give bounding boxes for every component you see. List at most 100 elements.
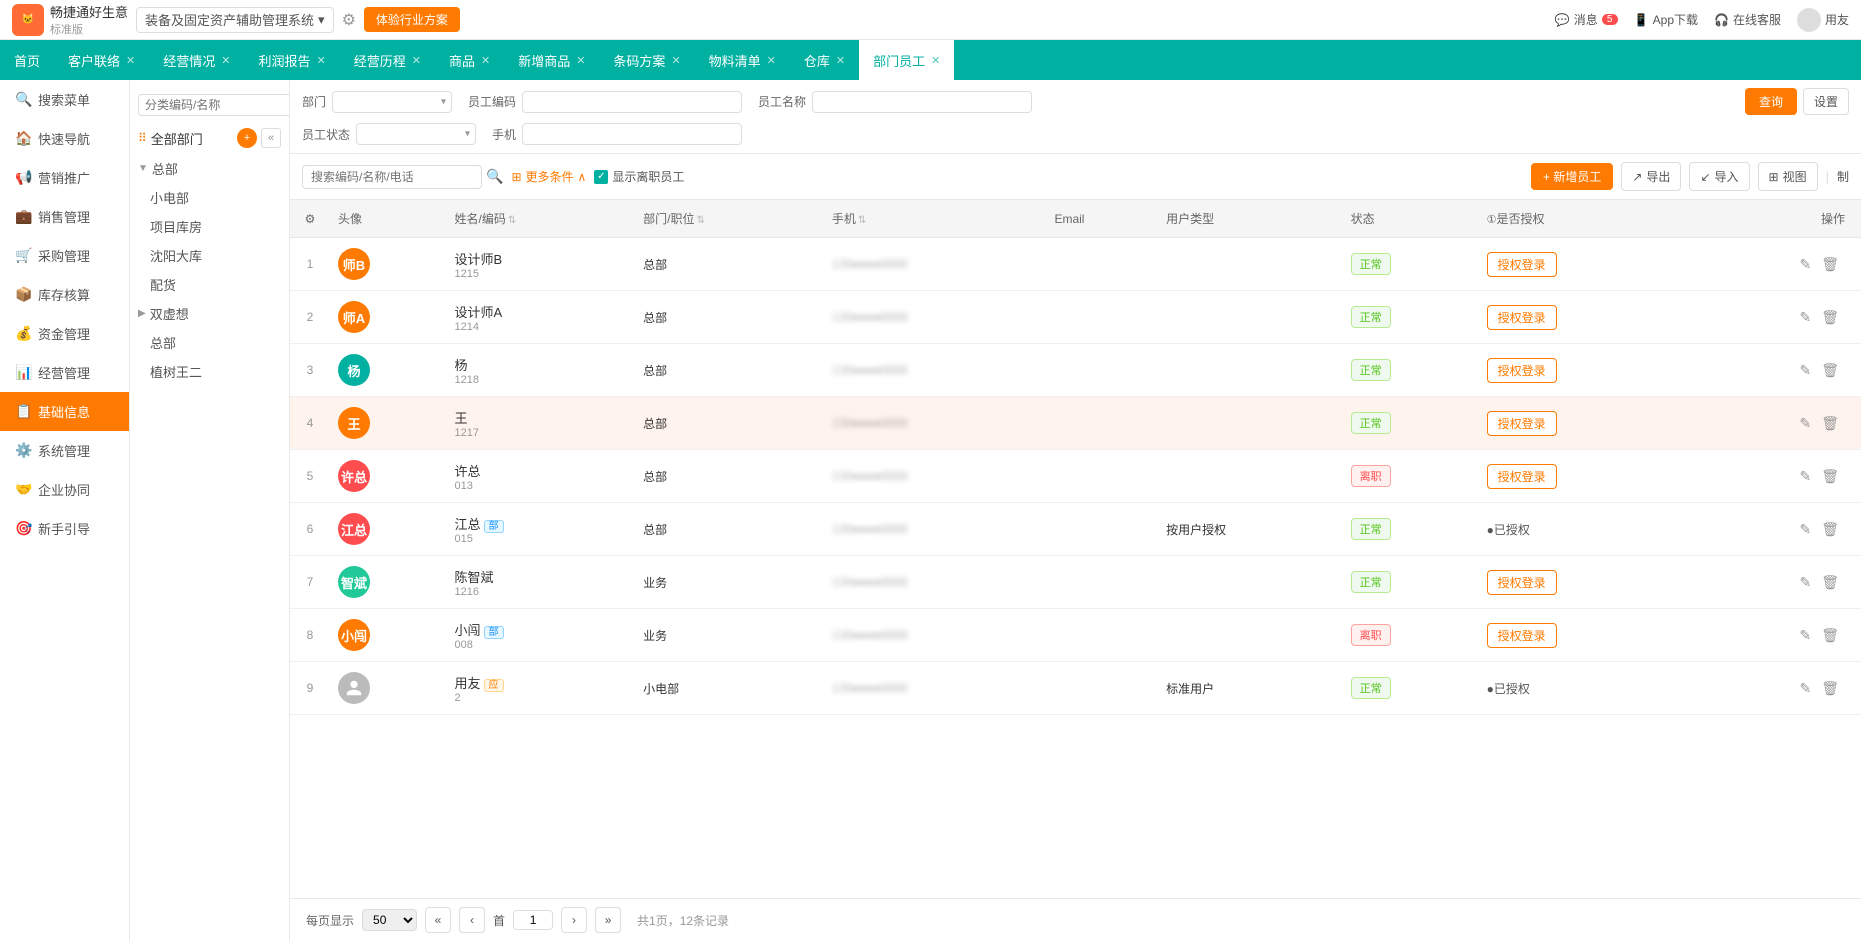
- add-employee-button[interactable]: + 新增员工: [1531, 163, 1613, 190]
- dept-select[interactable]: [332, 91, 452, 113]
- message-button[interactable]: 💬 消息 5: [1555, 11, 1618, 28]
- sort-dept-icon[interactable]: ⇅: [697, 215, 705, 226]
- staff-search-input[interactable]: [302, 165, 482, 189]
- export-button[interactable]: ↗ 导出: [1621, 162, 1681, 191]
- col-dept-position[interactable]: 部门/职位⇅: [635, 200, 824, 238]
- grant-auth-button[interactable]: 授权登录: [1487, 464, 1557, 489]
- empname-input[interactable]: [812, 91, 1032, 113]
- user-menu-button[interactable]: 用友: [1797, 8, 1849, 32]
- online-service-button[interactable]: 🎧 在线客服: [1714, 11, 1781, 28]
- edit-button[interactable]: ✎: [1797, 360, 1813, 381]
- dept-search-input[interactable]: [138, 94, 290, 116]
- nav-item-profit[interactable]: 利润报告✕: [244, 40, 339, 80]
- edit-button[interactable]: ✎: [1797, 625, 1813, 646]
- sidebar-item-quicknav[interactable]: 🏠 快速导航: [0, 119, 129, 158]
- sort-name-icon[interactable]: ⇅: [508, 215, 516, 226]
- grant-auth-button[interactable]: 授权登录: [1487, 411, 1557, 436]
- edit-button[interactable]: ✎: [1797, 519, 1813, 540]
- delete-button[interactable]: 🗑: [1819, 413, 1841, 434]
- settings-icon[interactable]: ⚙: [342, 10, 356, 30]
- sidebar-item-management[interactable]: 📊 经营管理: [0, 353, 129, 392]
- nav-close-add-goods[interactable]: ✕: [576, 54, 585, 67]
- edit-button[interactable]: ✎: [1797, 254, 1813, 275]
- sidebar-item-newguide[interactable]: 🎯 新手引导: [0, 509, 129, 548]
- sidebar-item-marketing[interactable]: 📢 营销推广: [0, 158, 129, 197]
- tree-node-shenyang[interactable]: 沈阳大库: [130, 241, 289, 270]
- sidebar-item-sales[interactable]: 💼 销售管理: [0, 197, 129, 236]
- query-button[interactable]: 查询: [1745, 88, 1797, 115]
- empcode-input[interactable]: [522, 91, 742, 113]
- delete-button[interactable]: 🗑: [1819, 625, 1841, 646]
- first-page-button[interactable]: «: [425, 907, 451, 933]
- delete-button[interactable]: 🗑: [1819, 360, 1841, 381]
- tree-node-zongbu[interactable]: 总部: [130, 328, 289, 357]
- nav-item-history[interactable]: 经营历程✕: [340, 40, 435, 80]
- grant-auth-button[interactable]: 授权登录: [1487, 305, 1557, 330]
- nav-item-warehouse[interactable]: 仓库✕: [790, 40, 859, 80]
- delete-button[interactable]: 🗑: [1819, 572, 1841, 593]
- show-resigned-toggle[interactable]: ✓ 显示离职员工: [594, 168, 684, 185]
- import-button[interactable]: ↙ 导入: [1689, 162, 1749, 191]
- reset-button[interactable]: 设置: [1803, 88, 1849, 115]
- nav-item-barcode[interactable]: 条码方案✕: [599, 40, 694, 80]
- delete-button[interactable]: 🗑: [1819, 519, 1841, 540]
- empstatus-select[interactable]: [356, 123, 476, 145]
- col-phone[interactable]: 手机⇅: [824, 200, 1047, 238]
- nav-item-dept-staff[interactable]: 部门员工✕: [859, 40, 954, 80]
- app-download-button[interactable]: 📱 App下载: [1634, 11, 1698, 28]
- sidebar-item-purchase[interactable]: 🛒 采购管理: [0, 236, 129, 275]
- nav-close-dept-staff[interactable]: ✕: [931, 54, 940, 67]
- page-size-select[interactable]: 50 100: [362, 909, 417, 931]
- prev-page-button[interactable]: ‹: [459, 907, 485, 933]
- delete-button[interactable]: 🗑: [1819, 254, 1841, 275]
- delete-button[interactable]: 🗑: [1819, 307, 1841, 328]
- sidebar-item-collab[interactable]: 🤝 企业协同: [0, 470, 129, 509]
- tree-node-xiaodian[interactable]: 小电部: [130, 183, 289, 212]
- print-label[interactable]: 制: [1837, 168, 1849, 185]
- sidebar-item-system[interactable]: ⚙️ 系统管理: [0, 431, 129, 470]
- delete-button[interactable]: 🗑: [1819, 678, 1841, 699]
- tree-node-peihuo[interactable]: 配货: [130, 270, 289, 299]
- phone-input[interactable]: [522, 123, 742, 145]
- system-name[interactable]: 装备及固定资产辅助管理系统 ▾: [136, 7, 334, 33]
- edit-button[interactable]: ✎: [1797, 413, 1813, 434]
- tree-node-project[interactable]: 项目库房: [130, 212, 289, 241]
- trial-button[interactable]: 体验行业方案: [364, 7, 460, 32]
- nav-item-goods[interactable]: 商品✕: [435, 40, 504, 80]
- edit-button[interactable]: ✎: [1797, 307, 1813, 328]
- grant-auth-button[interactable]: 授权登录: [1487, 570, 1557, 595]
- grant-auth-button[interactable]: 授权登录: [1487, 623, 1557, 648]
- nav-item-material[interactable]: 物料清单✕: [695, 40, 790, 80]
- sidebar-item-basic-info[interactable]: 📋 基础信息: [0, 392, 129, 431]
- nav-close-warehouse[interactable]: ✕: [836, 54, 845, 67]
- nav-item-business[interactable]: 经营情况✕: [149, 40, 244, 80]
- last-page-button[interactable]: »: [595, 907, 621, 933]
- nav-close-customer[interactable]: ✕: [126, 54, 135, 67]
- nav-close-barcode[interactable]: ✕: [671, 54, 680, 67]
- nav-close-material[interactable]: ✕: [767, 54, 776, 67]
- edit-button[interactable]: ✎: [1797, 572, 1813, 593]
- nav-close-history[interactable]: ✕: [412, 54, 421, 67]
- col-settings[interactable]: ⚙: [290, 200, 330, 238]
- next-page-button[interactable]: ›: [561, 907, 587, 933]
- edit-button[interactable]: ✎: [1797, 678, 1813, 699]
- nav-close-profit[interactable]: ✕: [317, 54, 326, 67]
- grant-auth-button[interactable]: 授权登录: [1487, 358, 1557, 383]
- col-name-code[interactable]: 姓名/编码⇅: [447, 200, 636, 238]
- page-number-input[interactable]: [513, 910, 553, 930]
- tree-node-zongbu-parent[interactable]: ▼ 总部: [130, 154, 289, 183]
- staff-search-button[interactable]: 🔍: [486, 168, 503, 185]
- grant-auth-button[interactable]: 授权登录: [1487, 252, 1557, 277]
- add-dept-button[interactable]: +: [237, 128, 257, 148]
- sidebar-item-finance[interactable]: 💰 资金管理: [0, 314, 129, 353]
- nav-close-business[interactable]: ✕: [221, 54, 230, 67]
- sidebar-item-search[interactable]: 🔍 搜索菜单: [0, 80, 129, 119]
- nav-item-add-goods[interactable]: 新增商品✕: [504, 40, 599, 80]
- more-filter-button[interactable]: ⊞ 更多条件 ∧: [511, 168, 586, 185]
- collapse-tree-button[interactable]: «: [261, 128, 281, 148]
- nav-close-goods[interactable]: ✕: [481, 54, 490, 67]
- nav-item-customer[interactable]: 客户联络✕: [54, 40, 149, 80]
- nav-item-home[interactable]: 首页: [0, 40, 54, 80]
- view-button[interactable]: ⊞ 视图: [1758, 162, 1818, 191]
- delete-button[interactable]: 🗑: [1819, 466, 1841, 487]
